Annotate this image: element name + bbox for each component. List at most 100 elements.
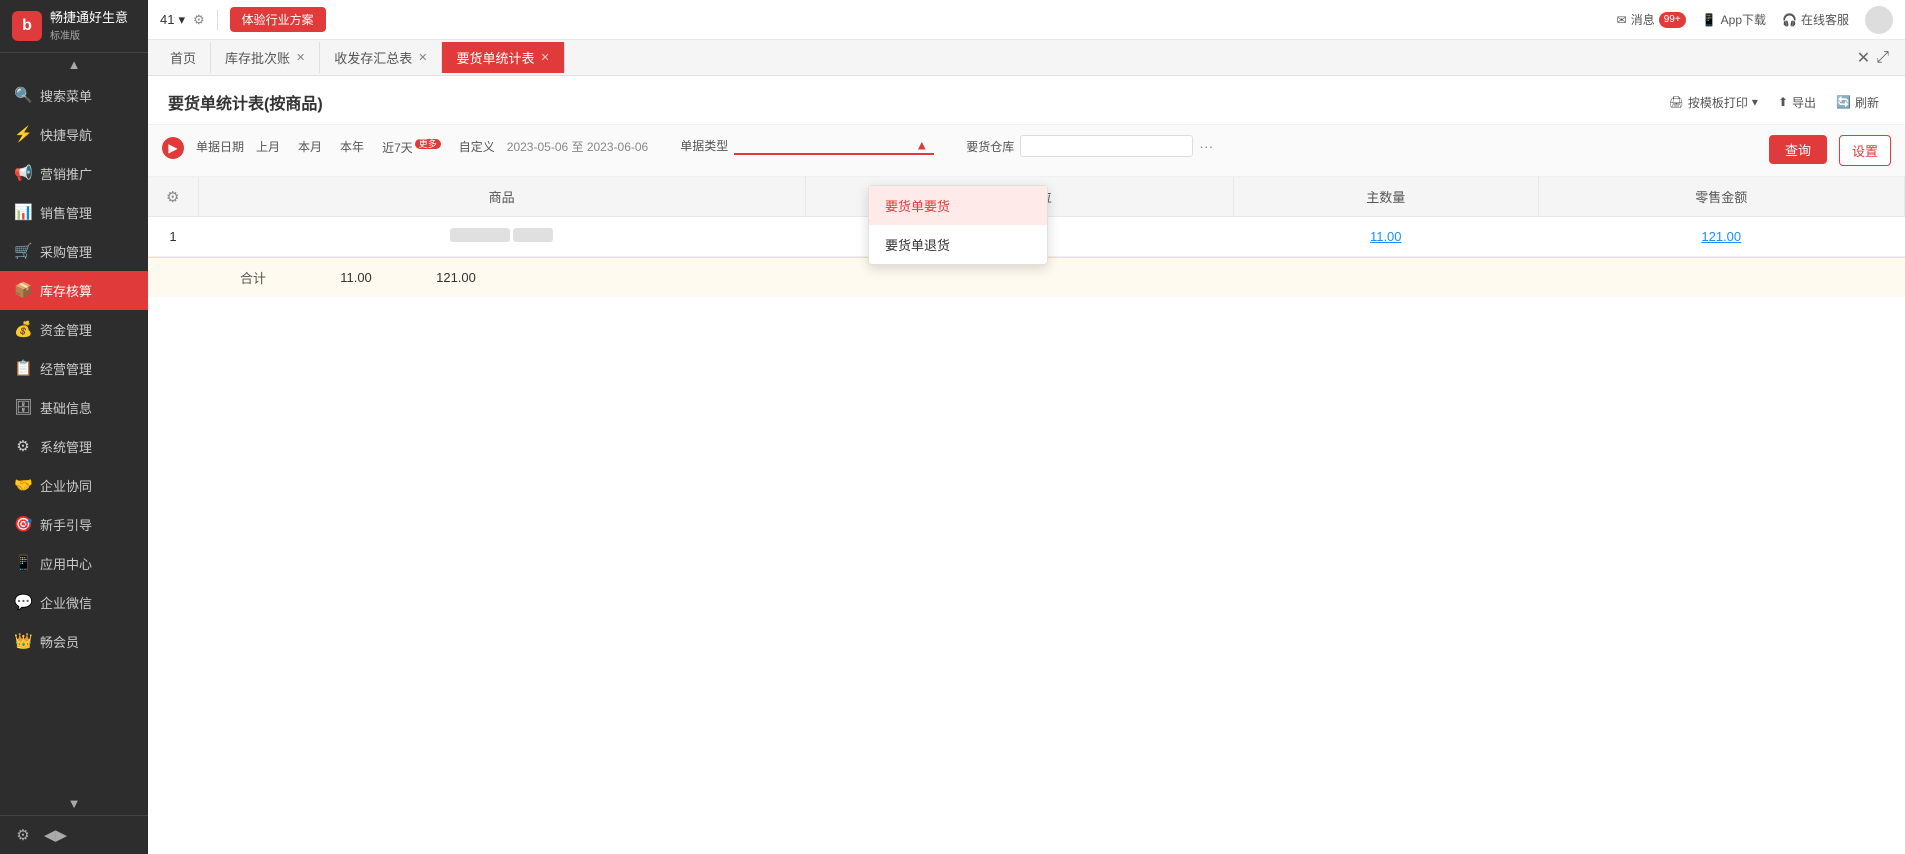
dropdown-item-order-goods[interactable]: 要货单要货 [869,186,1047,225]
tab-order-stat-close[interactable]: ✕ [541,51,550,64]
shortcut-last-month[interactable]: 上月 [250,136,286,157]
nav-label-apps: 应用中心 [40,554,92,573]
sidebar-item-operation[interactable]: 📋 经营管理 [0,349,148,388]
query-btn[interactable]: 查询 [1769,135,1827,164]
nav-icon-collab: 🤝 [14,476,32,494]
refresh-btn[interactable]: 🔄 刷新 [1830,91,1885,114]
tab-inventory-batch-label: 库存批次账 [225,48,290,67]
shortcut-this-year[interactable]: 本年 [334,136,370,157]
topbar-divider [217,10,218,30]
sidebar-item-purchase[interactable]: 🛒 采购管理 [0,232,148,271]
nav-label-collab: 企业协同 [40,476,92,495]
message-btn[interactable]: ✉ 消息 99+ [1617,11,1686,28]
nav-label-sales: 销售管理 [40,203,92,222]
tabs-actions: ✕ ⤢ [1857,48,1897,68]
warehouse-input[interactable] [1020,135,1193,157]
tab-inventory-batch[interactable]: 库存批次账 ✕ [211,42,320,73]
tab-recv-summary-label: 收发存汇总表 [334,48,412,67]
filter-bar: ▶ 单据日期 上月 本月 本年 近7天更多 自定义 2023-05-06 至 2… [148,125,1905,177]
tab-recv-summary-close[interactable]: ✕ [418,51,427,64]
dropdown-item-order-return[interactable]: 要货单退货 [869,225,1047,264]
sidebar-item-collab[interactable]: 🤝 企业协同 [0,466,148,505]
main-area: 41 ▾ ⚙ 体验行业方案 ✉ 消息 99+ 📱 App下载 🎧 在线客服 [148,0,1905,854]
sidebar-item-apps[interactable]: 📱 应用中心 [0,544,148,583]
download-icon: 📱 [1702,13,1717,27]
col-amount: 零售金额 [1538,177,1904,217]
sidebar-item-wechat[interactable]: 💬 企业微信 [0,583,148,622]
settings-filter-btn[interactable]: 设置 [1839,135,1891,166]
type-dropdown: 要货单要货 要货单退货 [868,185,1048,265]
page-actions: 🖨 按模板打印 ▾ ⬆ 导出 🔄 刷新 [1663,91,1885,114]
sidebar-item-sales[interactable]: 📊 销售管理 [0,193,148,232]
col-settings[interactable]: ⚙ [148,177,198,217]
settings-icon[interactable]: ⚙ [14,826,32,844]
print-template-btn[interactable]: 🖨 按模板打印 ▾ [1663,91,1764,114]
brand-sub: 标准版 [50,27,128,42]
tabs-close-all[interactable]: ✕ [1857,48,1870,68]
nav-icon-inventory: 📦 [14,281,32,299]
sidebar-item-finance[interactable]: 💰 资金管理 [0,310,148,349]
type-filter-group: 单据类型 ▲ [680,135,934,155]
print-icon: 🖨 [1669,95,1684,109]
tab-recv-summary[interactable]: 收发存汇总表 ✕ [320,42,442,73]
tabs-bar: 首页 库存批次账 ✕ 收发存汇总表 ✕ 要货单统计表 ✕ ✕ ⤢ [148,40,1905,76]
custom-date-btn[interactable]: 自定义 [453,136,501,157]
refresh-icon: 🔄 [1836,95,1851,109]
nav-icon-sales: 📊 [14,203,32,221]
nav-label-guide: 新手引导 [40,515,92,534]
sidebar-item-shortcut[interactable]: ⚡ 快捷导航 [0,115,148,154]
sidebar-item-search[interactable]: 🔍 搜索菜单 [0,76,148,115]
hot-tag: 更多 [415,139,441,149]
store-name: 41 [160,12,174,27]
print-template-label: 按模板打印 [1688,94,1748,111]
nav-icon-member: 👑 [14,632,32,650]
online-service-btn[interactable]: 🎧 在线客服 [1782,11,1849,28]
tab-home[interactable]: 首页 [156,42,211,73]
sidebar-scroll-up[interactable]: ▲ [0,53,148,76]
col-cog-icon[interactable]: ⚙ [166,189,179,206]
trial-btn[interactable]: 体验行业方案 [230,7,326,32]
sidebar-logo: b 畅捷通好生意 标准版 [0,0,148,53]
warehouse-more-icon[interactable]: ··· [1199,138,1213,154]
nav-label-member: 畅会员 [40,632,79,651]
logo-text-block: 畅捷通好生意 标准版 [50,10,128,42]
topbar-gear-icon[interactable]: ⚙ [193,12,205,28]
tab-inventory-batch-close[interactable]: ✕ [296,51,305,64]
store-selector[interactable]: 41 ▾ [160,12,185,28]
type-label: 单据类型 [680,137,728,154]
user-avatar[interactable] [1865,6,1893,34]
sidebar-item-member[interactable]: 👑 畅会员 [0,622,148,661]
shortcut-7days[interactable]: 近7天更多 [376,135,447,158]
nav-icon-purchase: 🛒 [14,242,32,260]
message-label: 消息 [1631,11,1655,28]
type-select-container: ▲ [734,135,934,155]
cell-num: 1 [148,217,198,257]
sidebar-item-marketing[interactable]: 📢 营销推广 [0,154,148,193]
date-label: 单据日期 [196,138,244,155]
tab-order-stat[interactable]: 要货单统计表 ✕ [442,42,564,73]
col-product: 商品 [198,177,805,217]
shortcut-this-month[interactable]: 本月 [292,136,328,157]
sidebar-item-inventory[interactable]: 📦 库存核算 [0,271,148,310]
type-select-input[interactable] [734,135,934,155]
tabs-expand[interactable]: ⤢ [1876,49,1889,67]
app-download-label: App下载 [1721,11,1766,28]
sidebar-item-base[interactable]: 🗄 基础信息 [0,388,148,427]
date-range-display: 2023-05-06 至 2023-06-06 [507,138,648,155]
nav-label-purchase: 采购管理 [40,242,92,261]
app-download-btn[interactable]: 📱 App下载 [1702,11,1766,28]
sidebar-item-system[interactable]: ⚙ 系统管理 [0,427,148,466]
export-icon: ⬆ [1778,95,1788,109]
filter-expand-btn[interactable]: ▶ [162,137,184,159]
product-name-placeholder [450,228,510,242]
nav-icon-wechat: 💬 [14,593,32,611]
export-btn[interactable]: ⬆ 导出 [1772,91,1822,114]
nav-label-search: 搜索菜单 [40,86,92,105]
tab-order-stat-label: 要货单统计表 [456,48,534,67]
sidebar-scroll-down[interactable]: ▼ [0,792,148,815]
sidebar-toggle-icon[interactable]: ◀▶ [44,826,62,844]
sidebar-item-guide[interactable]: 🎯 新手引导 [0,505,148,544]
tab-home-label: 首页 [170,48,196,67]
service-icon: 🎧 [1782,13,1797,27]
page-title: 要货单统计表(按商品) [168,90,323,114]
